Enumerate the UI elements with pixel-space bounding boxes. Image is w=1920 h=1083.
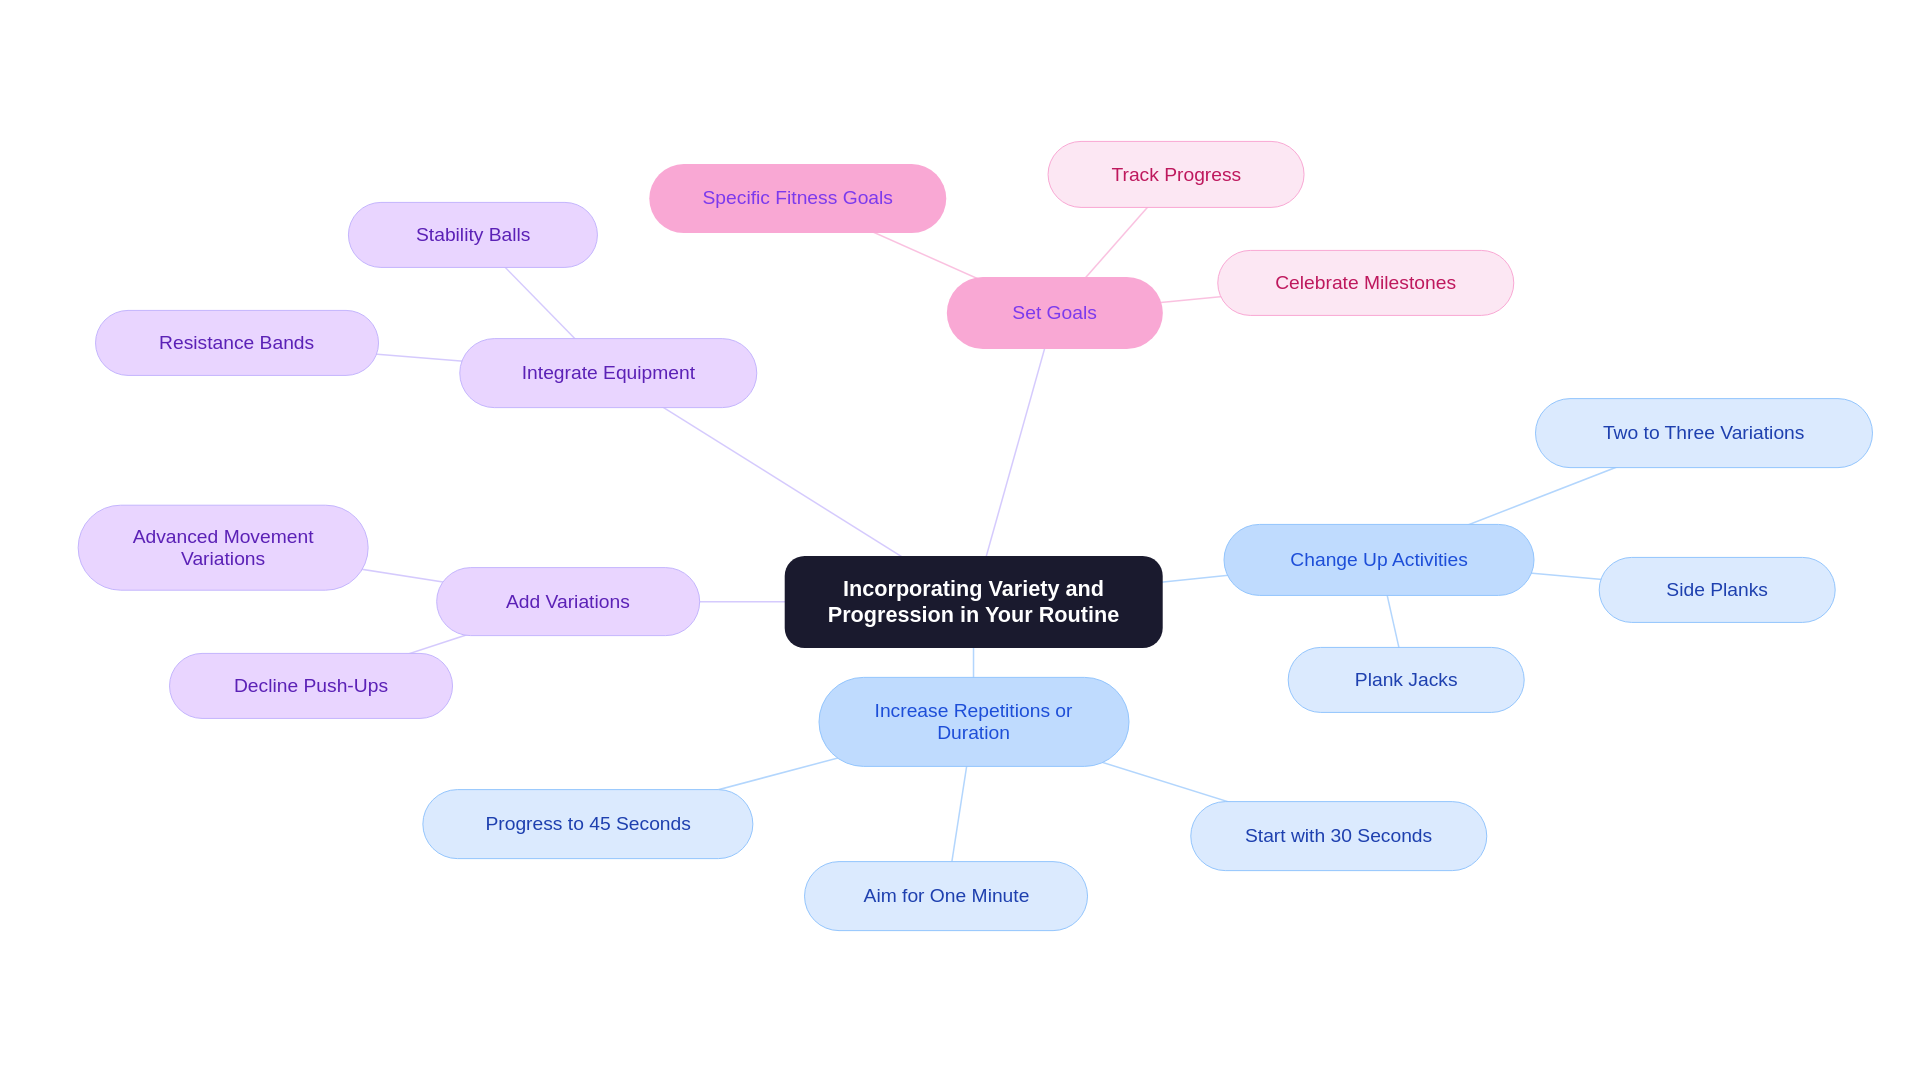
plank-jacks-node: Plank Jacks xyxy=(1288,647,1525,713)
stability-balls-node: Stability Balls xyxy=(348,202,598,268)
set-goals-node: Set Goals xyxy=(946,277,1162,349)
resistance-bands-node: Resistance Bands xyxy=(95,310,379,376)
change-activities-node: Change Up Activities xyxy=(1224,523,1535,595)
decline-pushups-node: Decline Push-Ups xyxy=(169,653,453,719)
side-planks-node: Side Planks xyxy=(1599,557,1836,623)
mindmap-container: Set GoalsSpecific Fitness Goals Track Pro… xyxy=(0,0,1920,1083)
aim-one-minute-node: Aim for One Minute xyxy=(805,862,1089,932)
integrate-equipment-node: Integrate Equipment xyxy=(460,338,757,408)
start-30-node: Start with 30 Seconds xyxy=(1190,801,1487,871)
specific-fitness-goals-node: Specific Fitness Goals xyxy=(649,164,946,234)
increase-reps-node: Increase Repetitions or Duration xyxy=(818,677,1129,767)
center-node: Incorporating Variety and Progression in… xyxy=(784,556,1163,648)
progress-45-node: Progress to 45 Seconds xyxy=(423,789,754,859)
track-progress-node: Track Progress xyxy=(1048,141,1305,207)
celebrate-milestones-node: Celebrate Milestones xyxy=(1217,250,1514,316)
two-three-variations-node: Two to Three Variations xyxy=(1535,398,1873,468)
add-variations-node: Add Variations xyxy=(436,567,700,637)
advanced-movement-node: Advanced Movement Variations xyxy=(78,504,369,591)
